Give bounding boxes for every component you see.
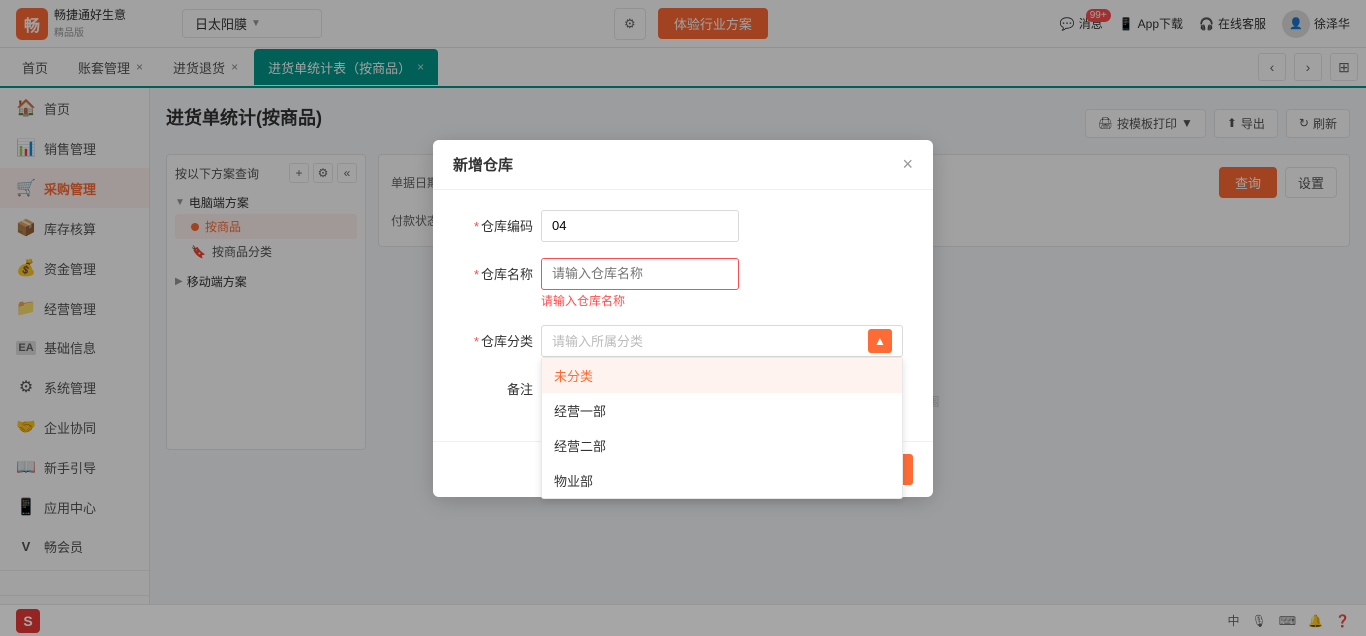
code-field-label: 仓库编码	[463, 210, 533, 235]
code-field-wrap	[541, 210, 903, 242]
category-dropdown: 请输入所属分类 ▲ 未分类 经营一部 经营二部 物业部	[541, 325, 903, 357]
category-trigger[interactable]: 请输入所属分类 ▲	[541, 325, 903, 357]
name-field-error: 请输入仓库名称	[541, 292, 903, 309]
new-warehouse-modal: 新增仓库 × 仓库编码 仓库名称 请输入仓库名称 仓库分类	[433, 140, 933, 497]
dropdown-option-0[interactable]: 未分类	[542, 358, 902, 393]
category-dropdown-list: 未分类 经营一部 经营二部 物业部	[541, 357, 903, 499]
name-input[interactable]	[541, 258, 739, 290]
name-field-label: 仓库名称	[463, 258, 533, 283]
code-input[interactable]	[541, 210, 739, 242]
code-field-row: 仓库编码	[463, 210, 903, 242]
modal-title: 新增仓库	[453, 154, 513, 175]
note-field-label: 备注	[463, 373, 533, 398]
dropdown-option-1[interactable]: 经营一部	[542, 393, 902, 428]
modal-close-button[interactable]: ×	[902, 155, 913, 173]
modal-body: 仓库编码 仓库名称 请输入仓库名称 仓库分类 请输入所属分类	[433, 190, 933, 441]
modal-overlay[interactable]: 新增仓库 × 仓库编码 仓库名称 请输入仓库名称 仓库分类	[0, 0, 1366, 636]
name-field-wrap: 请输入仓库名称	[541, 258, 903, 309]
dropdown-option-3[interactable]: 物业部	[542, 463, 902, 498]
category-field-label: 仓库分类	[463, 325, 533, 350]
modal-header: 新增仓库 ×	[433, 140, 933, 190]
name-field-row: 仓库名称 请输入仓库名称	[463, 258, 903, 309]
category-placeholder: 请输入所属分类	[552, 331, 643, 350]
category-field-row: 仓库分类 请输入所属分类 ▲ 未分类 经营一部 经营二部 物业部	[463, 325, 903, 357]
dropdown-arrow-icon[interactable]: ▲	[868, 329, 892, 353]
dropdown-option-2[interactable]: 经营二部	[542, 428, 902, 463]
